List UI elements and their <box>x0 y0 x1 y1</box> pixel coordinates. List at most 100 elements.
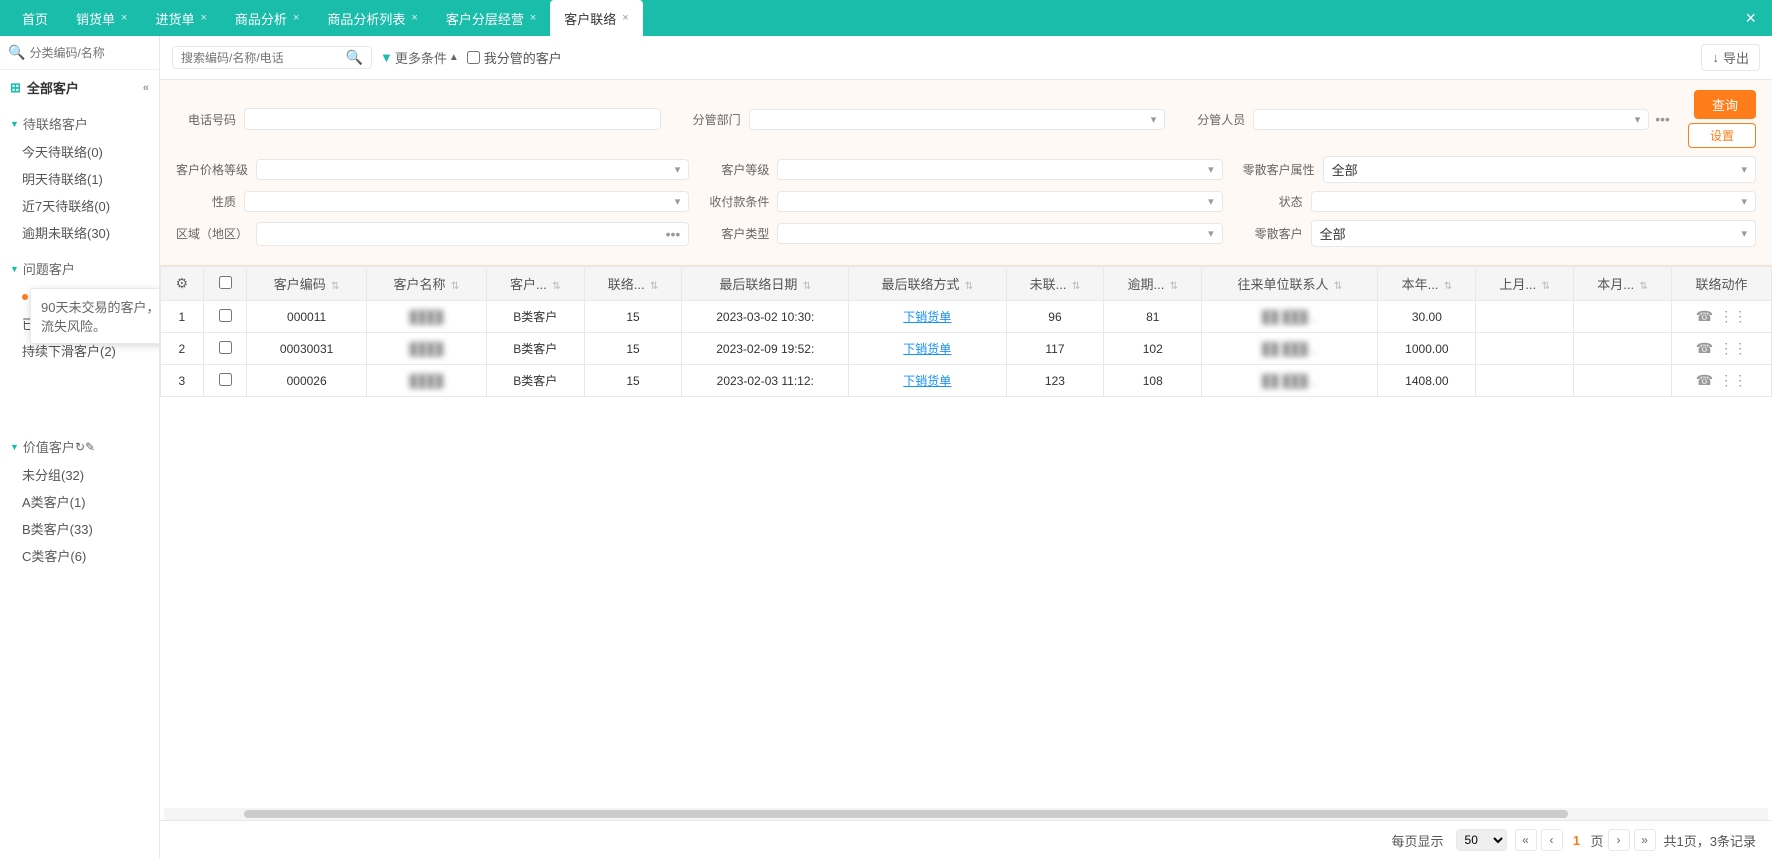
triangle-icon2: ▼ <box>10 264 19 274</box>
more-conditions-button[interactable]: ▼ 更多条件 ▲ <box>380 48 459 67</box>
sidebar-section-problem-title[interactable]: ▼ 问题客户 <box>0 254 159 283</box>
sidebar-item-7days[interactable]: 近7天待联络(0) <box>0 192 159 219</box>
filter-dept-select[interactable]: ▾ <box>749 109 1166 130</box>
sort-icon9[interactable]: ⇅ <box>1334 281 1342 292</box>
filter-nature-select[interactable]: ▾ <box>244 191 689 212</box>
close-purchase-tab[interactable]: × <box>200 12 206 24</box>
col-settings[interactable]: ⚙ <box>161 267 204 301</box>
more-options-dots[interactable]: ••• <box>1655 111 1670 127</box>
sidebar-item-today[interactable]: 今天待联络(0) <box>0 138 159 165</box>
filter-person-select[interactable]: ▾ <box>1253 109 1649 130</box>
window-close-button[interactable]: × <box>1737 8 1764 29</box>
settings-button[interactable]: 设置 <box>1688 123 1756 148</box>
row-overdue: 102 <box>1104 333 1202 365</box>
contact-icon[interactable]: ☎ <box>1696 308 1713 325</box>
nav-tab-purchase[interactable]: 进货单 × <box>141 0 220 36</box>
sidebar-section-value-title[interactable]: ▼ 价值客户 ↻ ✎ <box>0 432 159 461</box>
sidebar-item-class-b[interactable]: B类客户(33) <box>0 515 159 542</box>
row-this-month <box>1574 301 1672 333</box>
row-cust-type: B类客户 <box>486 301 584 333</box>
row-last-method[interactable]: 下销货单 <box>849 333 1006 365</box>
row-actions[interactable]: ☎ ⋮⋮ <box>1671 333 1771 365</box>
filter-payment-select[interactable]: ▾ <box>777 191 1222 212</box>
col-settings-icon[interactable]: ⚙ <box>176 275 189 291</box>
filter-price-grade-select[interactable]: ▾ <box>256 159 689 180</box>
sort-icon8[interactable]: ⇅ <box>1170 281 1178 292</box>
filter-cust-type-select[interactable]: ▾ <box>777 223 1222 244</box>
select-all-checkbox[interactable] <box>219 276 232 289</box>
nav-tab-analysis-list[interactable]: 商品分析列表 × <box>313 0 431 36</box>
row-last-method[interactable]: 下销货单 <box>849 365 1006 397</box>
page-size-select[interactable]: 50 100 200 <box>1456 829 1507 851</box>
chevron-down-icon9: ▾ <box>1208 227 1214 240</box>
horizontal-scrollbar[interactable] <box>164 808 1768 820</box>
filter-phone-input[interactable] <box>244 108 661 130</box>
nav-tab-customer-contact[interactable]: 客户联络 × <box>550 0 642 36</box>
row-checkbox[interactable] <box>203 365 246 397</box>
sort-icon5[interactable]: ⇅ <box>803 281 811 292</box>
sort-icon6[interactable]: ⇅ <box>965 281 973 292</box>
row-overdue: 108 <box>1104 365 1202 397</box>
filter-region-select[interactable]: ••• <box>256 222 689 246</box>
nav-tab-home[interactable]: 首页 <box>8 0 62 36</box>
row-last-method[interactable]: 下销货单 <box>849 301 1006 333</box>
close-analysis-list-tab[interactable]: × <box>411 12 417 24</box>
first-page-button[interactable]: « <box>1515 829 1537 851</box>
sort-icon3[interactable]: ⇅ <box>552 281 560 292</box>
sidebar-item-class-c[interactable]: C类客户(6) <box>0 542 159 569</box>
search-button[interactable]: 🔍 <box>346 49 363 66</box>
region-dots[interactable]: ••• <box>666 226 681 242</box>
row-checkbox[interactable] <box>203 333 246 365</box>
contact-icon[interactable]: ☎ <box>1696 340 1713 357</box>
my-customers-checkbox-label[interactable]: 我分管的客户 <box>467 48 562 67</box>
contact-icon[interactable]: ☎ <box>1696 372 1713 389</box>
edit-icon[interactable]: ✎ <box>85 440 95 454</box>
refresh-icon[interactable]: ↻ <box>75 440 85 454</box>
sidebar-search-icon: 🔍 <box>8 44 25 61</box>
more-actions-icon[interactable]: ⋮⋮ <box>1719 372 1747 389</box>
close-tier-tab[interactable]: × <box>530 12 536 24</box>
filter-grade-select[interactable]: ▾ <box>777 159 1222 180</box>
next-page-button[interactable]: › <box>1608 829 1630 851</box>
sidebar-item-class-a[interactable]: A类客户(1) <box>0 488 159 515</box>
sort-icon4[interactable]: ⇅ <box>650 281 658 292</box>
sort-icon11[interactable]: ⇅ <box>1542 281 1550 292</box>
my-customers-checkbox[interactable] <box>467 51 480 64</box>
last-page-button[interactable]: » <box>1634 829 1656 851</box>
sidebar-item-ungroup[interactable]: 未分组(32) <box>0 461 159 488</box>
sidebar-all-customers[interactable]: ⊞ 全部客户 « <box>0 70 159 105</box>
more-actions-icon[interactable]: ⋮⋮ <box>1719 308 1747 325</box>
nav-tab-analysis[interactable]: 商品分析 × <box>221 0 313 36</box>
sort-icon7[interactable]: ⇅ <box>1072 281 1080 292</box>
sort-icon2[interactable]: ⇅ <box>451 281 459 292</box>
col-checkbox[interactable] <box>203 267 246 301</box>
export-button[interactable]: ↓ 导出 <box>1701 44 1760 71</box>
close-sales-tab[interactable]: × <box>121 12 127 24</box>
search-input[interactable] <box>181 51 342 65</box>
row-actions[interactable]: ☎ ⋮⋮ <box>1671 365 1771 397</box>
sort-icon12[interactable]: ⇅ <box>1639 281 1647 292</box>
sidebar-section-pending-title[interactable]: ▼ 待联络客户 <box>0 109 159 138</box>
prev-page-button[interactable]: ‹ <box>1541 829 1563 851</box>
more-actions-icon[interactable]: ⋮⋮ <box>1719 340 1747 357</box>
sort-icon10[interactable]: ⇅ <box>1444 281 1452 292</box>
row-name: ████ <box>367 333 487 365</box>
collapse-icon[interactable]: « <box>143 82 149 94</box>
filter-zero-attr-select[interactable]: 全部▾ <box>1323 156 1756 183</box>
sidebar-item-tomorrow[interactable]: 明天待联络(1) <box>0 165 159 192</box>
nav-tab-customer-tier[interactable]: 客户分层经营 × <box>432 0 550 36</box>
sidebar-item-overdue-contact[interactable]: 逾期未联络(30) <box>0 219 159 246</box>
close-contact-tab[interactable]: × <box>622 12 628 24</box>
close-analysis-tab[interactable]: × <box>293 12 299 24</box>
filter-zero-cust-select[interactable]: 全部▾ <box>1311 220 1756 247</box>
sidebar-search-input[interactable] <box>29 46 151 60</box>
row-actions[interactable]: ☎ ⋮⋮ <box>1671 301 1771 333</box>
nav-tab-sales[interactable]: 销货单 × <box>62 0 141 36</box>
sort-icon[interactable]: ⇅ <box>331 281 339 292</box>
filter-status-label: 状态 <box>1243 193 1303 210</box>
filter-status-select[interactable]: ▾ <box>1311 191 1756 212</box>
row-checkbox[interactable] <box>203 301 246 333</box>
scrollbar-thumb[interactable] <box>244 810 1568 818</box>
query-button[interactable]: 查询 <box>1694 90 1756 119</box>
filter-action-buttons: 查询 设置 <box>1682 90 1756 148</box>
